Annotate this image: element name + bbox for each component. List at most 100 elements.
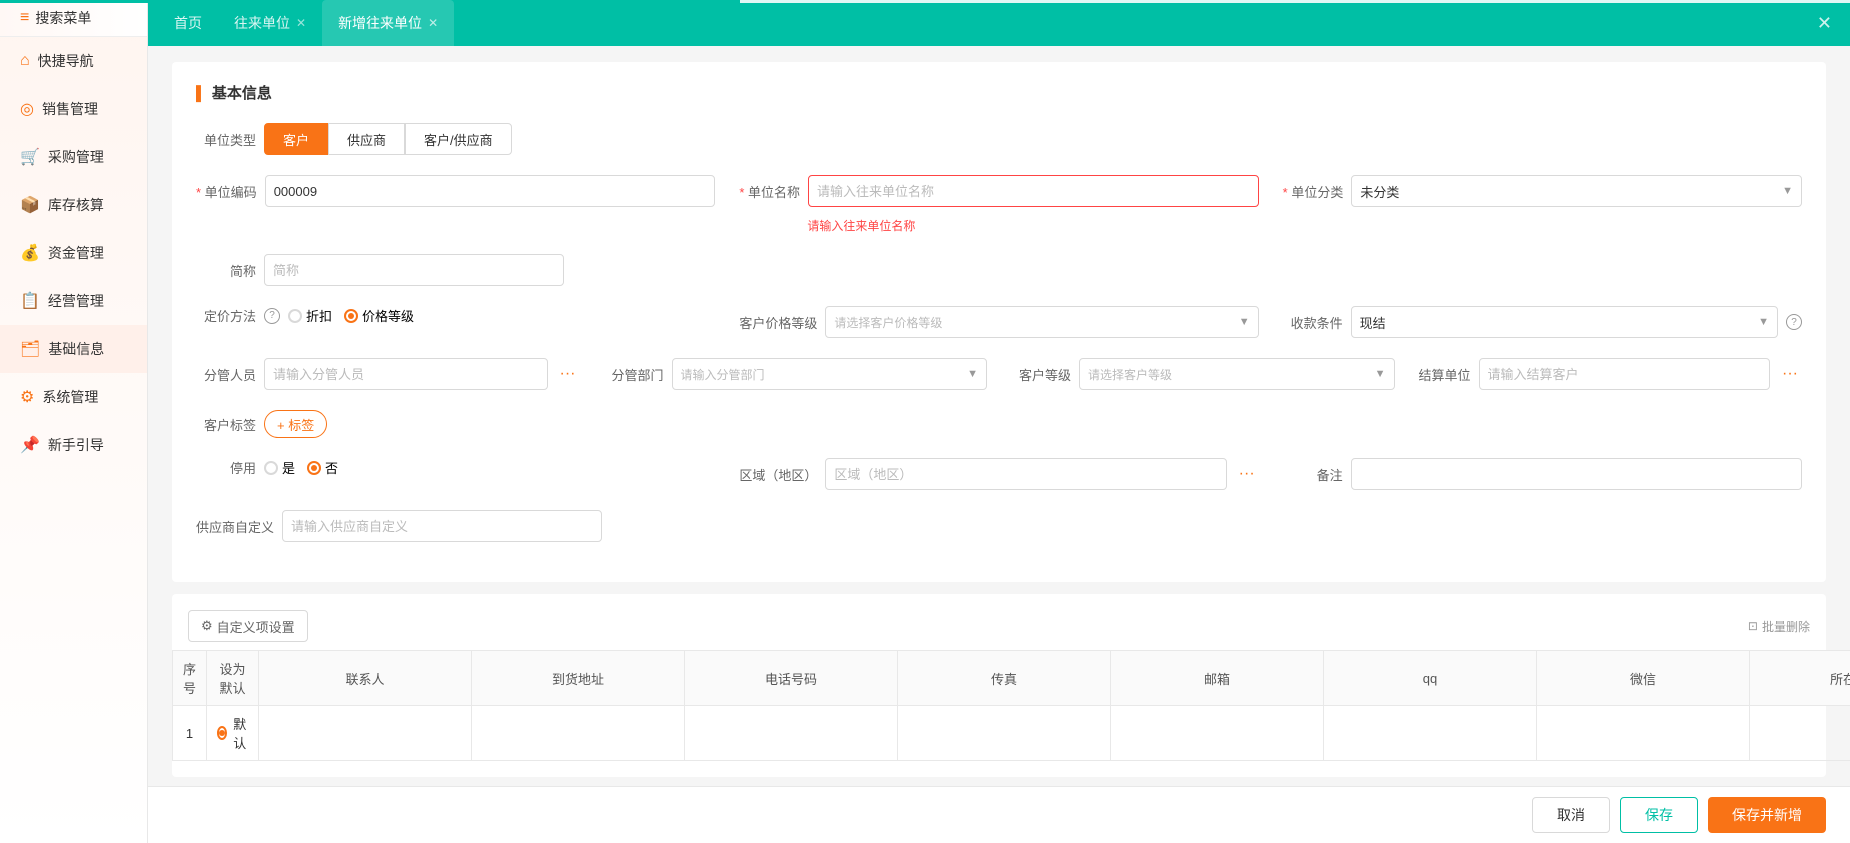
col-seq: 序号 [173, 651, 207, 706]
batch-delete-label: 批量删除 [1762, 618, 1810, 635]
tag-label: 客户标签 [196, 415, 256, 434]
supplier-custom-row: 供应商自定义 [196, 510, 1802, 542]
disabled-radio-group: 是 否 [264, 458, 338, 477]
save-add-button[interactable]: 保存并新增 [1708, 797, 1826, 833]
disabled-radio-no[interactable]: 否 [307, 458, 338, 477]
address-input[interactable] [482, 717, 674, 749]
type-btn-supplier[interactable]: 供应商 [328, 123, 405, 155]
sidebar-item-basic[interactable]: 🗂 基础信息 [0, 325, 147, 373]
save-button[interactable]: 保存 [1620, 797, 1698, 833]
cancel-button[interactable]: 取消 [1532, 797, 1610, 833]
region-input[interactable] [825, 458, 1226, 490]
sidebar-item-guide[interactable]: 📌 新手引导 [0, 421, 147, 469]
col-email: 邮箱 [1111, 651, 1324, 706]
sidebar-search-bar[interactable]: ≡ 搜索菜单 [0, 0, 147, 37]
add-tag-button[interactable]: + 标签 [264, 410, 327, 438]
tab-counterparty-label: 往来单位 [234, 13, 290, 33]
short-name-row: 简称 [196, 254, 1802, 286]
supplier-custom-label: 供应商自定义 [196, 517, 274, 536]
sidebar-item-system[interactable]: ⚙ 系统管理 [0, 373, 147, 421]
customer-price-select[interactable]: 请选择客户价格等级 ▼ [825, 306, 1258, 338]
fax-input[interactable] [908, 717, 1100, 749]
manager-group: 分管人员 ··· [196, 358, 580, 390]
dept-placeholder: 请输入分管部门 [681, 366, 765, 383]
unit-code-input[interactable] [265, 175, 716, 207]
cell-email[interactable] [1111, 706, 1324, 761]
pricing-radio-price-level[interactable]: 价格等级 [344, 306, 414, 325]
tab-new-counterparty-close[interactable]: ✕ [428, 16, 438, 30]
col-fax: 传真 [898, 651, 1111, 706]
cell-qq[interactable] [1324, 706, 1537, 761]
sidebar-item-finance[interactable]: 💰 资金管理 [0, 229, 147, 277]
short-name-input[interactable] [264, 254, 564, 286]
batch-delete-button[interactable]: ⊡ 批量删除 [1748, 618, 1810, 635]
contact-input[interactable] [269, 717, 461, 749]
manager-more-icon[interactable]: ··· [556, 365, 580, 383]
col-qq: qq [1324, 651, 1537, 706]
supplier-custom-input[interactable] [282, 510, 602, 542]
settlement-input[interactable] [1479, 358, 1771, 390]
payment-terms-select[interactable]: 现结 ▼ [1351, 306, 1778, 338]
table-row: 1 默认 [173, 706, 1850, 761]
cell-address[interactable] [472, 706, 685, 761]
add-tag-label: + 标签 [277, 415, 314, 434]
tab-new-counterparty[interactable]: 新增往来单位 ✕ [322, 0, 454, 46]
basic-info-card: ▌ 基本信息 单位类型 客户 供应商 客户/供应商 单位编码 [172, 62, 1826, 582]
settlement-more-icon[interactable]: ··· [1778, 365, 1802, 383]
tab-counterparty-close[interactable]: ✕ [296, 16, 306, 30]
manager-label: 分管人员 [196, 365, 256, 384]
sidebar-item-operations[interactable]: 📋 经营管理 [0, 277, 147, 325]
sidebar-item-sales[interactable]: ◎ 销售管理 [0, 85, 147, 133]
cell-region[interactable] [1750, 706, 1850, 761]
sidebar-item-purchase[interactable]: 🛒 采购管理 [0, 133, 147, 181]
radio-discount-label: 折扣 [306, 306, 332, 325]
region-more-icon[interactable]: ··· [1235, 465, 1259, 483]
region-cell-input[interactable] [1760, 717, 1850, 749]
guide-icon: 📌 [20, 435, 40, 455]
note-group: 备注 [1283, 458, 1802, 490]
custom-settings-button[interactable]: ⚙ 自定义项设置 [188, 610, 308, 642]
cell-phone[interactable] [685, 706, 898, 761]
wechat-input[interactable] [1547, 717, 1739, 749]
email-input[interactable] [1121, 717, 1313, 749]
default-label: 默认 [231, 714, 248, 752]
col-default: 设为默认 [207, 651, 259, 706]
tag-group: 客户标签 + 标签 [196, 410, 1802, 438]
gear-icon: ⚙ [201, 618, 213, 634]
qq-input[interactable] [1334, 717, 1526, 749]
main-area: 首页 往来单位 ✕ 新增往来单位 ✕ ✕ ▌ 基本信息 单位类型 客户 [148, 0, 1850, 843]
cell-contact[interactable] [259, 706, 472, 761]
default-radio[interactable]: 默认 [217, 714, 248, 752]
supplier-custom-group: 供应商自定义 [196, 510, 1802, 542]
sidebar-item-quick-nav[interactable]: ⌂ 快捷导航 [0, 37, 147, 85]
tab-counterparty[interactable]: 往来单位 ✕ [218, 0, 322, 46]
cell-wechat[interactable] [1537, 706, 1750, 761]
sidebar-item-inventory[interactable]: 📦 库存核算 [0, 181, 147, 229]
tab-bar-close-button[interactable]: ✕ [1809, 13, 1840, 34]
dept-select[interactable]: 请输入分管部门 ▼ [672, 358, 988, 390]
col-wechat: 微信 [1537, 651, 1750, 706]
payment-help-icon[interactable]: ? [1786, 314, 1802, 330]
sidebar-item-label: 基础信息 [48, 339, 104, 359]
tab-home[interactable]: 首页 [158, 0, 218, 46]
finance-icon: 💰 [20, 243, 40, 263]
customer-price-label: 客户价格等级 [739, 313, 817, 332]
pricing-row: 定价方法 ? 折扣 价格等级 客户价格等级 [196, 306, 1802, 338]
customer-level-placeholder: 请选择客户等级 [1088, 366, 1172, 383]
short-name-label: 简称 [196, 261, 256, 280]
note-input[interactable] [1351, 458, 1802, 490]
cell-fax[interactable] [898, 706, 1111, 761]
type-btn-both[interactable]: 客户/供应商 [405, 123, 512, 155]
customer-level-select[interactable]: 请选择客户等级 ▼ [1079, 358, 1395, 390]
pricing-help-icon[interactable]: ? [264, 308, 280, 324]
unit-name-input[interactable] [808, 175, 1259, 207]
phone-input[interactable] [695, 717, 887, 749]
disabled-radio-yes[interactable]: 是 [264, 458, 295, 477]
pricing-radio-discount[interactable]: 折扣 [288, 306, 332, 325]
chevron-down-icon-5: ▼ [1375, 368, 1386, 380]
type-btn-customer[interactable]: 客户 [264, 123, 328, 155]
disabled-label: 停用 [196, 458, 256, 477]
manager-input[interactable] [264, 358, 548, 390]
unit-category-select[interactable]: 未分类 ▼ [1351, 175, 1802, 207]
unit-category-value: 未分类 [1360, 182, 1399, 201]
